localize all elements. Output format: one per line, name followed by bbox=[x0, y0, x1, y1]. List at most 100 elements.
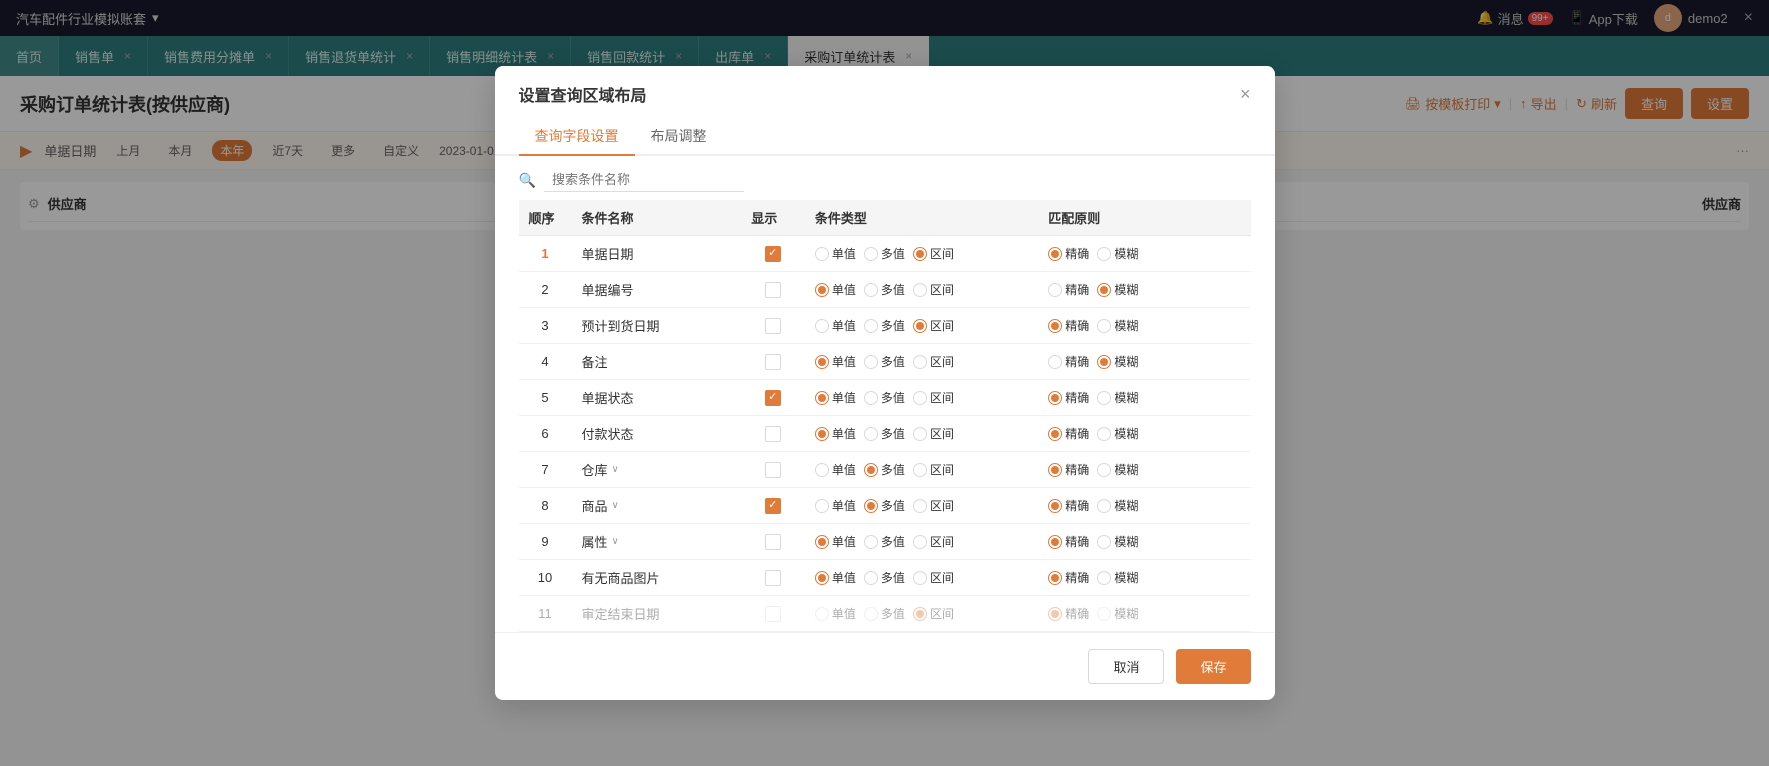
radio-type-type_single[interactable]: 单值 bbox=[815, 605, 856, 622]
cell-name: 仓库∨ bbox=[572, 452, 742, 488]
radio-type-type_single[interactable]: 单值 bbox=[815, 389, 856, 406]
cell-type: 单值多值区间 bbox=[805, 344, 1038, 380]
radio-match-match_exact[interactable]: 精确 bbox=[1048, 425, 1089, 442]
search-icon: 🔍 bbox=[519, 172, 536, 189]
radio-match-match_exact[interactable]: 精确 bbox=[1048, 245, 1089, 262]
radio-type-type_range[interactable]: 区间 bbox=[913, 425, 954, 442]
radio-match-match_exact[interactable]: 精确 bbox=[1048, 497, 1089, 514]
search-input[interactable] bbox=[544, 168, 744, 192]
cell-show[interactable] bbox=[741, 380, 805, 416]
table-row: 5单据状态单值多值区间精确模糊 bbox=[519, 380, 1251, 416]
show-checkbox[interactable] bbox=[765, 570, 781, 586]
radio-type-type_range[interactable]: 区间 bbox=[913, 389, 954, 406]
radio-type-type_single[interactable]: 单值 bbox=[815, 533, 856, 550]
radio-type-type_range[interactable]: 区间 bbox=[913, 245, 954, 262]
radio-match-match_exact[interactable]: 精确 bbox=[1048, 605, 1089, 622]
settings-modal: 设置查询区域布局 × 查询字段设置 布局调整 🔍 顺序 bbox=[495, 66, 1275, 700]
radio-type-type_multi[interactable]: 多值 bbox=[864, 497, 905, 514]
show-checkbox[interactable] bbox=[765, 354, 781, 370]
radio-type-type_multi[interactable]: 多值 bbox=[864, 569, 905, 586]
cell-show[interactable] bbox=[741, 488, 805, 524]
show-checkbox[interactable] bbox=[765, 318, 781, 334]
radio-match-match_fuzzy[interactable]: 模糊 bbox=[1097, 281, 1138, 298]
radio-match-match_exact[interactable]: 精确 bbox=[1048, 353, 1089, 370]
modal-tab-layout[interactable]: 布局调整 bbox=[635, 118, 723, 156]
cell-show[interactable] bbox=[741, 308, 805, 344]
save-button[interactable]: 保存 bbox=[1176, 649, 1250, 684]
cell-order: 5 bbox=[519, 380, 572, 416]
radio-type-type_range[interactable]: 区间 bbox=[913, 605, 954, 622]
radio-type-type_multi[interactable]: 多值 bbox=[864, 317, 905, 334]
radio-type-type_range[interactable]: 区间 bbox=[913, 533, 954, 550]
radio-match-match_exact[interactable]: 精确 bbox=[1048, 533, 1089, 550]
cell-order: 3 bbox=[519, 308, 572, 344]
cell-show[interactable] bbox=[741, 236, 805, 272]
radio-type-type_range[interactable]: 区间 bbox=[913, 317, 954, 334]
radio-type-type_multi[interactable]: 多值 bbox=[864, 245, 905, 262]
radio-match-match_exact[interactable]: 精确 bbox=[1048, 569, 1089, 586]
radio-match-match_fuzzy[interactable]: 模糊 bbox=[1097, 497, 1138, 514]
cell-type: 单值多值区间 bbox=[805, 308, 1038, 344]
radio-match-match_exact[interactable]: 精确 bbox=[1048, 461, 1089, 478]
radio-type-type_multi[interactable]: 多值 bbox=[864, 461, 905, 478]
radio-match-match_exact[interactable]: 精确 bbox=[1048, 389, 1089, 406]
show-checkbox[interactable] bbox=[765, 426, 781, 442]
radio-type-type_range[interactable]: 区间 bbox=[913, 569, 954, 586]
cell-show[interactable] bbox=[741, 596, 805, 632]
show-checkbox[interactable] bbox=[765, 390, 781, 406]
cell-show[interactable] bbox=[741, 560, 805, 596]
cell-type: 单值多值区间 bbox=[805, 488, 1038, 524]
cell-show[interactable] bbox=[741, 272, 805, 308]
cell-show[interactable] bbox=[741, 524, 805, 560]
radio-type-type_single[interactable]: 单值 bbox=[815, 497, 856, 514]
radio-type-type_range[interactable]: 区间 bbox=[913, 281, 954, 298]
cancel-button[interactable]: 取消 bbox=[1088, 649, 1164, 684]
show-checkbox[interactable] bbox=[765, 498, 781, 514]
cell-name: 单据状态 bbox=[572, 380, 742, 416]
cell-show[interactable] bbox=[741, 344, 805, 380]
radio-type-type_range[interactable]: 区间 bbox=[913, 461, 954, 478]
modal-tab-query-fields[interactable]: 查询字段设置 bbox=[519, 118, 635, 156]
show-checkbox[interactable] bbox=[765, 462, 781, 478]
radio-type-type_single[interactable]: 单值 bbox=[815, 569, 856, 586]
radio-match-match_fuzzy[interactable]: 模糊 bbox=[1097, 389, 1138, 406]
cell-order: 6 bbox=[519, 416, 572, 452]
cell-type: 单值多值区间 bbox=[805, 380, 1038, 416]
radio-match-match_exact[interactable]: 精确 bbox=[1048, 317, 1089, 334]
radio-match-match_fuzzy[interactable]: 模糊 bbox=[1097, 425, 1138, 442]
radio-match-match_fuzzy[interactable]: 模糊 bbox=[1097, 353, 1138, 370]
radio-type-type_range[interactable]: 区间 bbox=[913, 353, 954, 370]
radio-type-type_single[interactable]: 单值 bbox=[815, 317, 856, 334]
radio-type-type_single[interactable]: 单值 bbox=[815, 245, 856, 262]
cell-show[interactable] bbox=[741, 416, 805, 452]
cell-type: 单值多值区间 bbox=[805, 596, 1038, 632]
radio-match-match_fuzzy[interactable]: 模糊 bbox=[1097, 461, 1138, 478]
radio-match-match_fuzzy[interactable]: 模糊 bbox=[1097, 533, 1138, 550]
radio-type-type_single[interactable]: 单值 bbox=[815, 353, 856, 370]
radio-match-match_fuzzy[interactable]: 模糊 bbox=[1097, 569, 1138, 586]
radio-type-type_multi[interactable]: 多值 bbox=[864, 533, 905, 550]
radio-match-match_exact[interactable]: 精确 bbox=[1048, 281, 1089, 298]
radio-type-type_single[interactable]: 单值 bbox=[815, 425, 856, 442]
radio-match-match_fuzzy[interactable]: 模糊 bbox=[1097, 317, 1138, 334]
cell-name: 有无商品图片 bbox=[572, 560, 742, 596]
radio-type-type_multi[interactable]: 多值 bbox=[864, 425, 905, 442]
modal-close-button[interactable]: × bbox=[1240, 85, 1251, 103]
radio-type-type_multi[interactable]: 多值 bbox=[864, 605, 905, 622]
radio-type-type_single[interactable]: 单值 bbox=[815, 461, 856, 478]
cell-order: 8 bbox=[519, 488, 572, 524]
radio-match-match_fuzzy[interactable]: 模糊 bbox=[1097, 245, 1138, 262]
cell-match: 精确模糊 bbox=[1038, 596, 1250, 632]
radio-type-type_multi[interactable]: 多值 bbox=[864, 389, 905, 406]
show-checkbox[interactable] bbox=[765, 606, 781, 622]
cell-show[interactable] bbox=[741, 452, 805, 488]
radio-type-type_range[interactable]: 区间 bbox=[913, 497, 954, 514]
radio-type-type_multi[interactable]: 多值 bbox=[864, 281, 905, 298]
radio-type-type_multi[interactable]: 多值 bbox=[864, 353, 905, 370]
show-checkbox[interactable] bbox=[765, 282, 781, 298]
cell-order: 11 bbox=[519, 596, 572, 632]
radio-match-match_fuzzy[interactable]: 模糊 bbox=[1097, 605, 1138, 622]
show-checkbox[interactable] bbox=[765, 246, 781, 262]
radio-type-type_single[interactable]: 单值 bbox=[815, 281, 856, 298]
show-checkbox[interactable] bbox=[765, 534, 781, 550]
